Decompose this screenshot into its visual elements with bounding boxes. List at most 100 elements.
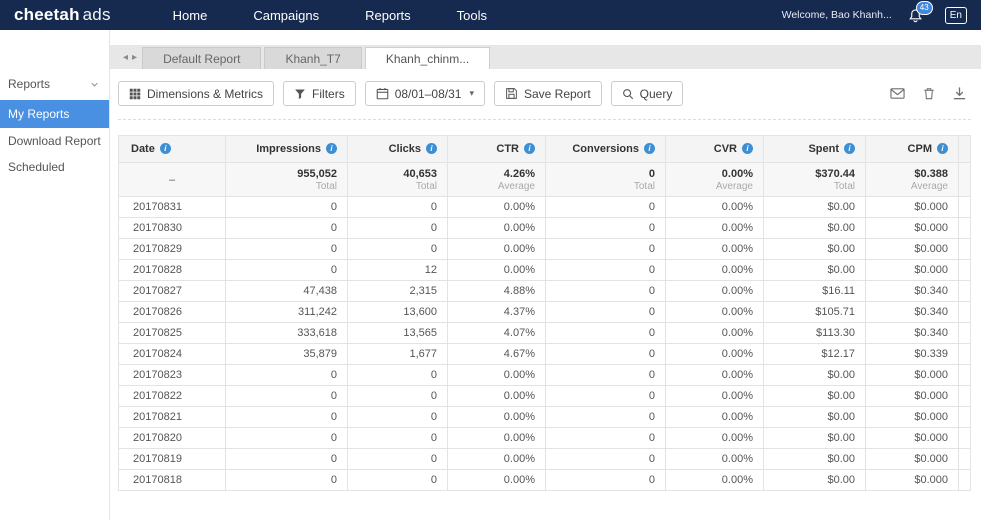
tab-default-report[interactable]: Default Report	[142, 47, 262, 69]
notifications-bell[interactable]: 43	[908, 0, 933, 23]
cell: $0.00	[763, 385, 866, 407]
tab-scroll-left-icon[interactable]: ◂	[123, 53, 128, 63]
column-label: Impressions	[256, 143, 321, 155]
cell: $0.340	[865, 322, 959, 344]
sidebar-section-reports[interactable]: Reports	[0, 72, 109, 100]
cell: 0	[545, 301, 666, 323]
cell: 333,618	[225, 322, 348, 344]
dimensions-metrics-button[interactable]: Dimensions & Metrics	[118, 81, 275, 106]
cell: 4.07%	[447, 322, 546, 344]
cell: 0.00%	[447, 364, 546, 386]
tab-khanh-chinm[interactable]: Khanh_chinm...	[364, 47, 491, 69]
cell: $0.000	[865, 238, 959, 260]
cell: 35,879	[225, 343, 348, 365]
nav-item-home[interactable]: Home	[173, 6, 208, 25]
summary-cell: $0.388 Average	[865, 162, 959, 197]
main-content: ◂ ▸ Default Report Khanh_T7 Khanh_chinm...…	[110, 30, 981, 520]
sidebar-item-download-report[interactable]: Download Report	[0, 128, 109, 154]
cell: 0	[347, 427, 448, 449]
info-icon[interactable]: i	[159, 143, 171, 154]
cell: 0.00%	[447, 238, 546, 260]
tab-list: Default Report Khanh_T7 Khanh_chinm...	[142, 47, 493, 69]
cell: $0.00	[763, 469, 866, 491]
info-icon[interactable]: i	[644, 143, 655, 154]
cell: 0.00%	[665, 238, 764, 260]
table-row: 20170818 0 0 0.00% 0 0.00% $0.00 $0.000	[118, 469, 971, 491]
info-icon[interactable]: i	[844, 143, 855, 154]
header-row: Date i Impressions i Clicks i CTR i Conversions i…	[118, 135, 971, 163]
scrollbar-gutter	[958, 259, 971, 281]
cell: 0	[347, 448, 448, 470]
info-icon[interactable]: i	[937, 143, 948, 154]
cell: $0.000	[865, 364, 959, 386]
table-row: 20170829 0 0 0.00% 0 0.00% $0.00 $0.000	[118, 238, 971, 260]
info-icon[interactable]: i	[524, 143, 535, 154]
table-row: 20170826 311,242 13,600 4.37% 0 0.00% $105.71 $…	[118, 301, 971, 323]
cell: 0.00%	[665, 469, 764, 491]
cell: 0	[545, 364, 666, 386]
cell: 0.00%	[447, 217, 546, 239]
cell: 20170820	[118, 427, 226, 449]
brand-logo[interactable]: cheetah ads	[14, 5, 111, 25]
cell: 0.00%	[447, 427, 546, 449]
cell: 20170823	[118, 364, 226, 386]
nav-item-reports[interactable]: Reports	[365, 6, 411, 25]
language-button[interactable]: En	[944, 6, 967, 24]
chevron-down-icon	[91, 82, 98, 87]
table-body: –955,052 Total 40,653 Total 4.26% Average 0 Tot…	[118, 162, 971, 491]
cell: 0	[225, 259, 348, 281]
summary-value: $0.388	[914, 168, 948, 180]
tab-scroll-right-icon[interactable]: ▸	[132, 53, 137, 63]
username[interactable]: Bao Khanh...	[831, 9, 892, 21]
tab-khanh-t7[interactable]: Khanh_T7	[264, 47, 362, 69]
scrollbar-gutter	[958, 196, 971, 218]
toolbar-right-icons	[889, 86, 971, 101]
cell: 0	[545, 196, 666, 218]
table-head: Date i Impressions i Clicks i CTR i Conversions i…	[118, 135, 971, 163]
sidebar-item-my-reports[interactable]: My Reports	[0, 100, 109, 128]
column-label: Clicks	[388, 143, 421, 155]
column-header-ctr: CTR i	[447, 135, 546, 163]
filters-label: Filters	[312, 86, 345, 101]
nav-menu: Home Campaigns Reports Tools	[173, 6, 782, 25]
summary-cell: 955,052 Total	[225, 162, 348, 197]
sidebar-item-scheduled[interactable]: Scheduled	[0, 154, 109, 180]
cell: 0	[225, 469, 348, 491]
summary-date-cell: –	[118, 162, 226, 197]
info-icon[interactable]: i	[426, 143, 437, 154]
date-range-button[interactable]: 08/01–08/31 ▾	[364, 81, 485, 106]
column-header-clicks: Clicks i	[347, 135, 448, 163]
query-button[interactable]: Query	[610, 81, 684, 106]
cell: $0.00	[763, 217, 866, 239]
column-header-spent: Spent i	[763, 135, 866, 163]
summary-sublabel: Total	[633, 181, 655, 192]
cell: 0.00%	[665, 448, 764, 470]
cell: 0	[545, 322, 666, 344]
cell: 13,600	[347, 301, 448, 323]
table-row: 20170822 0 0 0.00% 0 0.00% $0.00 $0.000	[118, 385, 971, 407]
cell: $0.000	[865, 469, 959, 491]
cell: $0.00	[763, 427, 866, 449]
cell: 0.00%	[447, 448, 546, 470]
scrollbar-gutter	[958, 162, 971, 197]
nav-item-tools[interactable]: Tools	[457, 6, 487, 25]
summary-sublabel: Total	[833, 181, 855, 192]
cell: 0	[545, 259, 666, 281]
info-icon[interactable]: i	[326, 143, 337, 154]
cell: 0	[347, 385, 448, 407]
column-label: CTR	[496, 143, 519, 155]
download-icon[interactable]	[952, 86, 967, 101]
filters-button[interactable]: Filters	[283, 81, 356, 106]
info-icon[interactable]: i	[742, 143, 753, 154]
nav-item-campaigns[interactable]: Campaigns	[253, 6, 319, 25]
save-report-button[interactable]: Save Report	[493, 81, 602, 106]
column-label: Date	[131, 143, 155, 155]
summary-sublabel: Total	[315, 181, 337, 192]
cell: 20170821	[118, 406, 226, 428]
cell: 0.00%	[665, 196, 764, 218]
scrollbar-gutter	[958, 322, 971, 344]
trash-icon[interactable]	[922, 86, 936, 101]
cell: $12.17	[763, 343, 866, 365]
envelope-icon[interactable]	[889, 86, 906, 101]
cell: 20170829	[118, 238, 226, 260]
